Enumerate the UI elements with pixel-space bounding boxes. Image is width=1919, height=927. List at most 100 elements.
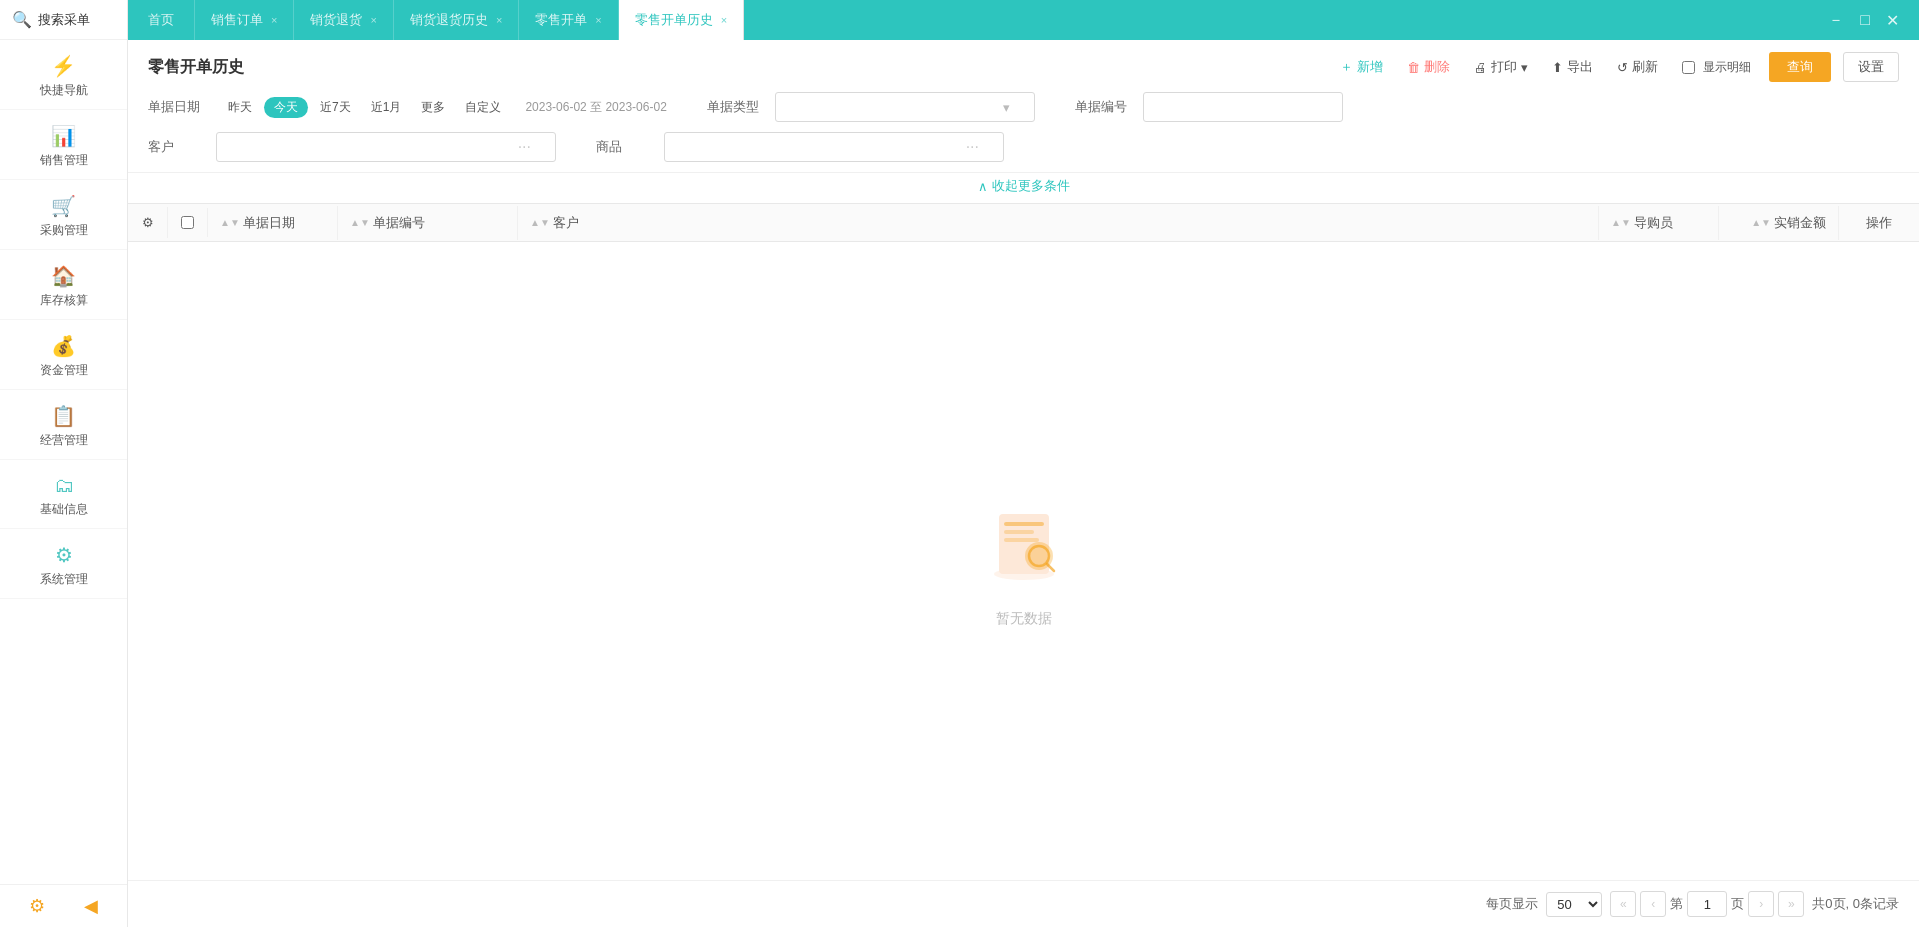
search-icon: 🔍 [12, 10, 32, 29]
th-operation: 操作 [1839, 206, 1919, 240]
window-controls: － □ ✕ [1824, 6, 1919, 35]
delete-label: 删除 [1424, 58, 1450, 76]
th-guide[interactable]: ▲▼ 导购员 [1599, 206, 1719, 240]
display-detail-toggle[interactable]: 显示明细 [1676, 55, 1757, 80]
refresh-button[interactable]: ↺ 刷新 [1611, 54, 1664, 80]
sidebar-search[interactable]: 🔍 搜索采单 [0, 0, 127, 40]
sidebar-item-jichu[interactable]: 🗂 基础信息 [0, 460, 127, 529]
sidebar-item-xitong[interactable]: ⚙ 系统管理 [0, 529, 127, 599]
prev-page-btn[interactable]: ‹ [1640, 891, 1666, 917]
toolbar: ＋ 新增 🗑 删除 🖨 打印 ▾ ⬆ 导出 [1334, 52, 1899, 82]
goods-select[interactable]: ··· [664, 132, 1004, 162]
customer-filter-label: 客户 [148, 138, 208, 156]
tab-sales-return-history[interactable]: 销货退货历史× [394, 0, 519, 40]
th-settings[interactable]: ⚙ [128, 207, 168, 238]
date-opt-近1月[interactable]: 近1月 [363, 97, 410, 118]
date-opt-自定义[interactable]: 自定义 [457, 97, 509, 118]
tab-retail-history[interactable]: 零售开单历史 × [619, 0, 744, 40]
tab-label-sales-return: 销货退货 [310, 11, 362, 29]
per-page-select[interactable]: 50 10 20 100 [1546, 892, 1602, 917]
filter-row-1: 单据日期 昨天今天近7天近1月更多自定义 2023-06-02 至 2023-0… [148, 92, 1899, 122]
tab-close-sales-return[interactable]: × [370, 14, 376, 26]
date-opt-近7天[interactable]: 近7天 [312, 97, 359, 118]
sidebar-collapse-icon[interactable]: ◀ [84, 895, 98, 917]
sidebar-label-kucun: 库存核算 [40, 292, 88, 309]
query-button[interactable]: 查询 [1769, 52, 1831, 82]
select-all-checkbox[interactable] [181, 216, 194, 229]
th-guide-label: 导购员 [1634, 214, 1673, 232]
print-arrow-icon: ▾ [1521, 60, 1528, 75]
date-opt-更多[interactable]: 更多 [413, 97, 453, 118]
next-page-btn[interactable]: › [1748, 891, 1774, 917]
th-bill-no[interactable]: ▲▼ 单据编号 [338, 206, 518, 240]
sidebar-item-kucun[interactable]: 🏠 库存核算 [0, 250, 127, 320]
zijin-icon: 💰 [51, 334, 76, 358]
empty-text: 暂无数据 [996, 610, 1052, 628]
last-page-btn[interactable]: » [1778, 891, 1804, 917]
table-container: ⚙ ▲▼ 单据日期 ▲▼ 单据编号 ▲▼ 客户 ▲▼ [128, 204, 1919, 927]
filter-area: 单据日期 昨天今天近7天近1月更多自定义 2023-06-02 至 2023-0… [148, 92, 1899, 195]
per-page-label: 每页显示 [1486, 895, 1538, 913]
export-icon: ⬆ [1552, 60, 1563, 75]
tab-sales-return[interactable]: 销货退货 × [294, 0, 393, 40]
tab-home[interactable]: 首页 [128, 0, 195, 40]
date-opt-昨天[interactable]: 昨天 [220, 97, 260, 118]
sidebar-item-zijin[interactable]: 💰 资金管理 [0, 320, 127, 390]
setting-button[interactable]: 设置 [1843, 52, 1899, 82]
main-area: 首页销售订单×销货退货×销货退货历史×零售开单×零售开单历史× － □ ✕ 零售… [128, 0, 1919, 927]
bill-type-select[interactable]: ▾ [775, 92, 1035, 122]
tab-close-retail-open[interactable]: × [595, 14, 601, 26]
delete-icon: 🗑 [1407, 60, 1420, 75]
tab-close-sales-order[interactable]: × [271, 14, 277, 26]
tab-sales-order[interactable]: 销售订单× [195, 0, 294, 40]
sidebar-search-label: 搜索采单 [38, 11, 90, 29]
th-amount[interactable]: ▲▼ 实销金额 [1719, 206, 1839, 240]
sidebar-item-jingying[interactable]: 📋 经营管理 [0, 390, 127, 460]
add-button[interactable]: ＋ 新增 [1334, 54, 1389, 80]
goods-filter-group: 商品 ··· [596, 132, 1004, 162]
export-button[interactable]: ⬆ 导出 [1546, 54, 1599, 80]
sidebar-label-caigou: 采购管理 [40, 222, 88, 239]
bill-no-input[interactable] [1143, 92, 1343, 122]
print-icon: 🖨 [1474, 60, 1487, 75]
th-checkbox[interactable] [168, 208, 208, 237]
th-bill-no-label: 单据编号 [373, 214, 425, 232]
window-close-btn[interactable]: ✕ [1882, 7, 1903, 34]
kucun-icon: 🏠 [51, 264, 76, 288]
jingying-icon: 📋 [51, 404, 76, 428]
date-opt-今天[interactable]: 今天 [264, 97, 308, 118]
date-options: 昨天今天近7天近1月更多自定义 [220, 97, 509, 118]
sort-guide-icon: ▲▼ [1611, 218, 1631, 228]
sidebar-item-kuaijie[interactable]: ⚡ 快捷导航 [0, 40, 127, 110]
sort-date-icon: ▲▼ [220, 218, 240, 228]
page-number-input[interactable] [1687, 891, 1727, 917]
print-button[interactable]: 🖨 打印 ▾ [1468, 54, 1534, 80]
sidebar-item-caigou[interactable]: 🛒 采购管理 [0, 180, 127, 250]
sidebar-item-xiaoshou[interactable]: 📊 销售管理 [0, 110, 127, 180]
tab-label-retail-history: 零售开单历史 [635, 11, 713, 29]
sidebar-settings-icon[interactable]: ⚙ [29, 895, 45, 917]
window-max-btn[interactable]: □ [1856, 7, 1874, 33]
sidebar-label-kuaijie: 快捷导航 [40, 82, 88, 99]
display-detail-checkbox[interactable] [1682, 61, 1695, 74]
tab-close-sales-return-history[interactable]: × [496, 14, 502, 26]
th-customer-label: 客户 [553, 214, 579, 232]
collapse-filter-button[interactable]: ∧ 收起更多条件 [148, 177, 1899, 195]
goods-filter-label: 商品 [596, 138, 656, 156]
delete-button[interactable]: 🗑 删除 [1401, 54, 1456, 80]
add-icon: ＋ [1340, 58, 1353, 76]
th-customer[interactable]: ▲▼ 客户 [518, 206, 1599, 240]
window-min-btn[interactable]: － [1824, 6, 1848, 35]
sidebar-label-jingying: 经营管理 [40, 432, 88, 449]
column-settings-icon[interactable]: ⚙ [142, 215, 154, 230]
date-filter-label: 单据日期 [148, 98, 208, 116]
th-date[interactable]: ▲▼ 单据日期 [208, 206, 338, 240]
tab-retail-open[interactable]: 零售开单× [519, 0, 618, 40]
sort-bill-no-icon: ▲▼ [350, 218, 370, 228]
add-label: 新增 [1357, 58, 1383, 76]
page-title: 零售开单历史 [148, 57, 244, 78]
tab-close-retail-history[interactable]: × [721, 14, 727, 26]
customer-select[interactable]: ··· [216, 132, 556, 162]
first-page-btn[interactable]: « [1610, 891, 1636, 917]
tab-label-home: 首页 [148, 11, 174, 29]
